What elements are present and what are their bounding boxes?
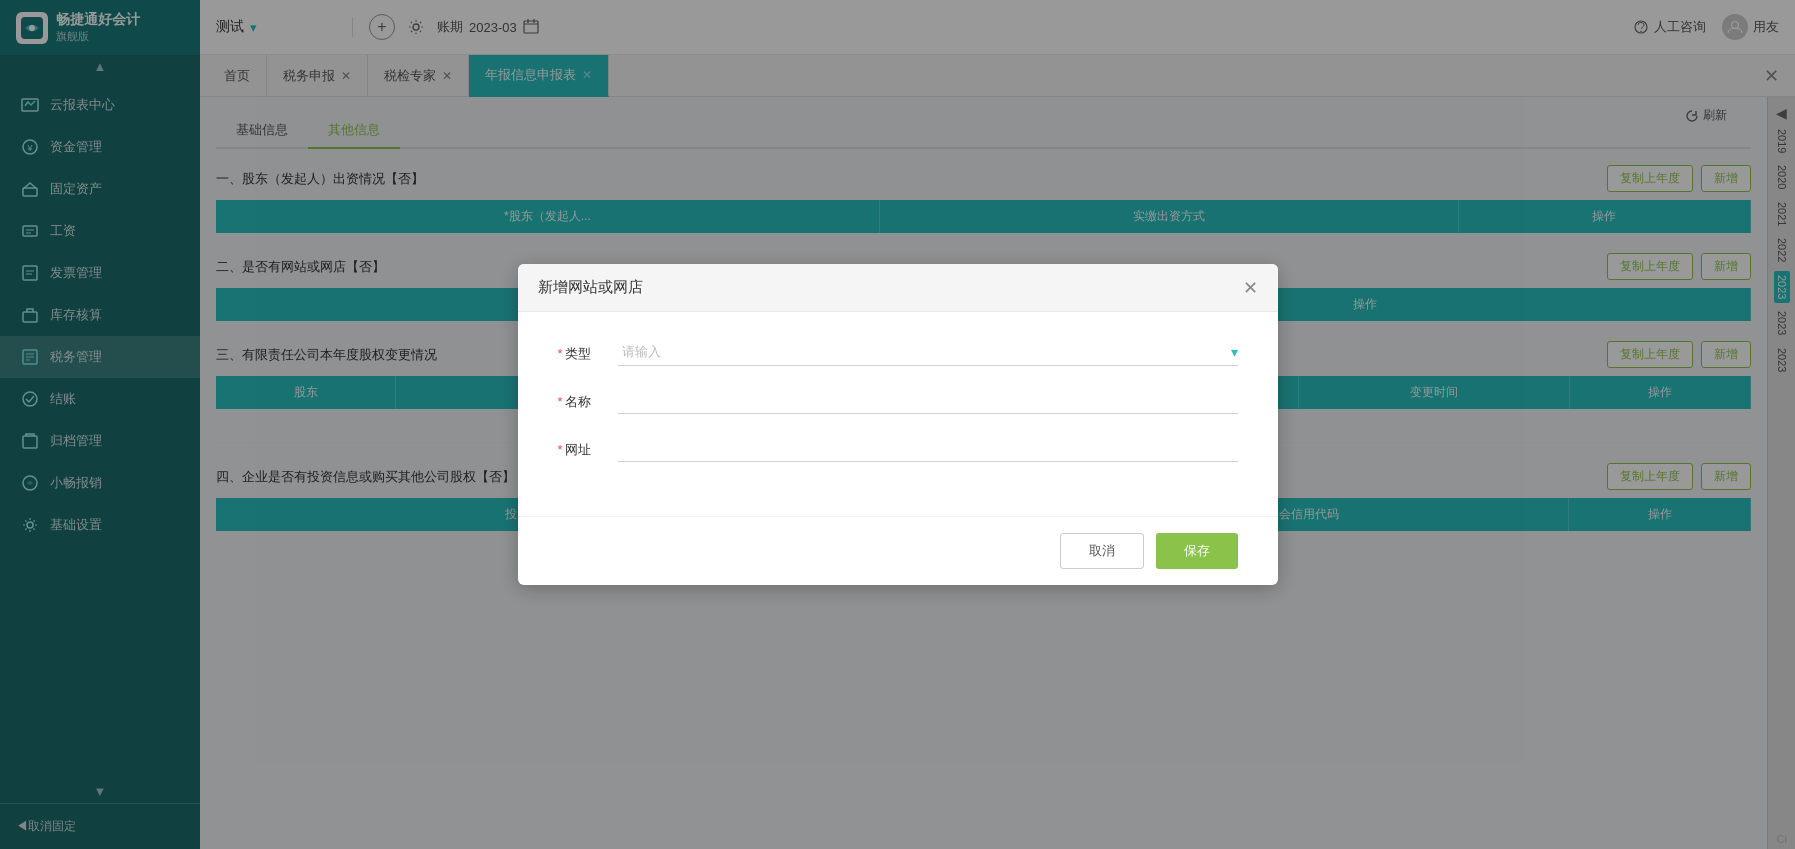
modal-footer: 取消 保存 <box>518 516 1278 585</box>
form-url-input[interactable] <box>618 438 1238 457</box>
modal-header: 新增网站或网店 ✕ <box>518 264 1278 312</box>
form-url-wrapper <box>618 438 1238 462</box>
modal-cancel-button[interactable]: 取消 <box>1060 533 1144 569</box>
modal-add-website: 新增网站或网店 ✕ 类型 ▾ 名称 网址 <box>518 264 1278 585</box>
modal-title: 新增网站或网店 <box>538 278 643 297</box>
form-name-wrapper <box>618 390 1238 414</box>
form-label-name: 名称 <box>558 393 618 411</box>
modal-body: 类型 ▾ 名称 网址 <box>518 312 1278 516</box>
form-type-wrapper: ▾ <box>618 342 1238 366</box>
form-name-input[interactable] <box>618 390 1238 409</box>
modal-close-button[interactable]: ✕ <box>1243 279 1258 297</box>
form-row-url: 网址 <box>558 438 1238 462</box>
form-row-type: 类型 ▾ <box>558 342 1238 366</box>
form-label-url: 网址 <box>558 441 618 459</box>
form-type-input[interactable] <box>618 342 1231 361</box>
modal-overlay: 新增网站或网店 ✕ 类型 ▾ 名称 网址 <box>0 0 1795 849</box>
type-dropdown-arrow-icon[interactable]: ▾ <box>1231 344 1238 360</box>
form-row-name: 名称 <box>558 390 1238 414</box>
form-label-type: 类型 <box>558 345 618 363</box>
modal-save-button[interactable]: 保存 <box>1156 533 1238 569</box>
